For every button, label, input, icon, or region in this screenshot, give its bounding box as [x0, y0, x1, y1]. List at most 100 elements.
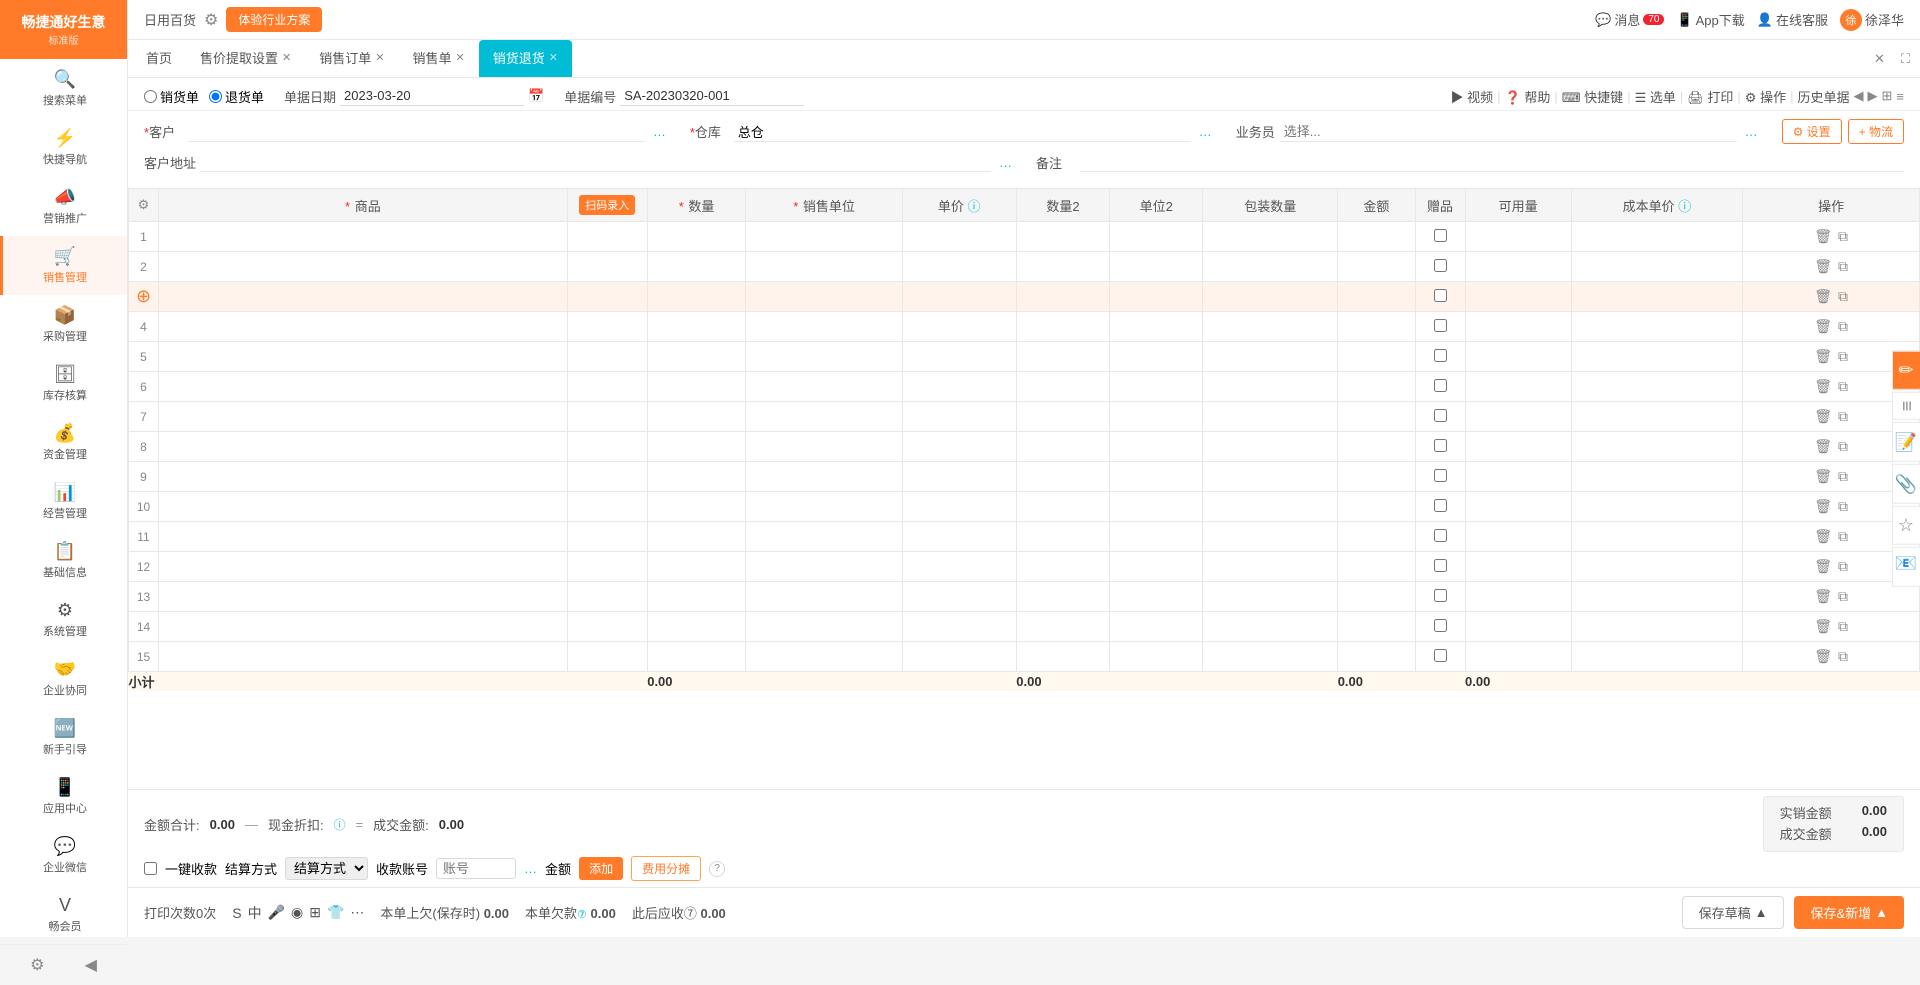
pkg-cell-13[interactable] — [1203, 582, 1338, 612]
copy-icon-8[interactable]: ⧉ — [1838, 438, 1848, 455]
unit2-cell-9[interactable] — [1110, 462, 1203, 492]
qty-cell-1[interactable] — [647, 222, 746, 252]
cost-cell-14[interactable] — [1571, 612, 1743, 642]
price-cell-12[interactable] — [902, 552, 1016, 582]
cost-cell-15[interactable] — [1571, 642, 1743, 672]
unit2-cell-13[interactable] — [1110, 582, 1203, 612]
tab-sales-order[interactable]: 销售订单 ✕ — [305, 40, 398, 77]
copy-icon-9[interactable]: ⧉ — [1838, 468, 1848, 485]
product-cell-12[interactable] — [159, 552, 568, 582]
unit2-cell-14[interactable] — [1110, 612, 1203, 642]
price-cell-1[interactable] — [902, 222, 1016, 252]
copy-icon-6[interactable]: ⧉ — [1838, 378, 1848, 395]
gift-checkbox-15[interactable] — [1434, 649, 1447, 662]
col-scan[interactable]: 扫码录入 — [567, 189, 647, 222]
cost-cell-12[interactable] — [1571, 552, 1743, 582]
qty2-cell-2[interactable] — [1016, 252, 1109, 282]
qty2-cell-6[interactable] — [1016, 372, 1109, 402]
sidebar-item-inventory[interactable]: 🗄 库存核算 — [0, 354, 127, 413]
pkg-cell-8[interactable] — [1203, 432, 1338, 462]
qty2-cell-7[interactable] — [1016, 402, 1109, 432]
copy-icon-12[interactable]: ⧉ — [1838, 558, 1848, 575]
cost-cell-11[interactable] — [1571, 522, 1743, 552]
account-input[interactable] — [436, 858, 516, 879]
product-input-1[interactable] — [163, 229, 563, 244]
unit2-cell-11[interactable] — [1110, 522, 1203, 552]
date-input[interactable] — [340, 86, 524, 106]
product-cell-1[interactable] — [159, 222, 568, 252]
col-gear[interactable]: ⚙ — [129, 189, 159, 222]
delete-icon-2[interactable]: 🗑 — [1814, 258, 1832, 275]
delete-icon-13[interactable]: 🗑 — [1814, 588, 1832, 605]
footer-icon-1[interactable]: S — [232, 905, 241, 921]
unit2-cell-8[interactable] — [1110, 432, 1203, 462]
amount-cell-3[interactable] — [1338, 282, 1415, 312]
doc-num-input[interactable] — [620, 86, 804, 106]
gift-cell-8[interactable] — [1415, 432, 1465, 462]
product-cell-3[interactable] — [159, 282, 568, 312]
delete-icon-8[interactable]: 🗑 — [1814, 438, 1832, 455]
product-cell-13[interactable] — [159, 582, 568, 612]
address-dots[interactable]: … — [999, 155, 1012, 170]
tab-sales[interactable]: 销售单 ✕ — [398, 40, 478, 77]
amount-cell-9[interactable] — [1338, 462, 1415, 492]
sidebar-item-system[interactable]: ⚙ 系统管理 — [0, 590, 127, 649]
footer-icon-3[interactable]: 🎤 — [268, 904, 285, 921]
cost-cell-10[interactable] — [1571, 492, 1743, 522]
gift-checkbox-10[interactable] — [1434, 499, 1447, 512]
qty-cell-8[interactable] — [647, 432, 746, 462]
unit-cell-6[interactable] — [746, 372, 902, 402]
avail-cell-11[interactable] — [1465, 522, 1571, 552]
pkg-cell-5[interactable] — [1203, 342, 1338, 372]
toolbar-video[interactable]: ▶ 视频 — [1451, 87, 1494, 106]
sidebar-item-operations[interactable]: 📊 经营管理 — [0, 472, 127, 531]
cost-cell-1[interactable] — [1571, 222, 1743, 252]
toolbar-operate[interactable]: ⚙ 操作 — [1745, 87, 1786, 106]
copy-icon-14[interactable]: ⧉ — [1838, 618, 1848, 635]
qty2-cell-11[interactable] — [1016, 522, 1109, 552]
warehouse-input[interactable] — [734, 122, 1191, 142]
sidebar-item-marketing[interactable]: 📣 营销推广 — [0, 177, 127, 236]
avail-cell-10[interactable] — [1465, 492, 1571, 522]
gift-cell-5[interactable] — [1415, 342, 1465, 372]
pkg-cell-4[interactable] — [1203, 312, 1338, 342]
price-info-icon[interactable]: ⓘ — [968, 199, 981, 214]
unit-cell-9[interactable] — [746, 462, 902, 492]
price-cell-13[interactable] — [902, 582, 1016, 612]
toolbar-select[interactable]: ☰ 选单 — [1635, 87, 1676, 106]
save-draft-button[interactable]: 保存草稿 ▲ — [1682, 896, 1785, 929]
toolbar-list-icon[interactable]: ≡ — [1896, 89, 1904, 104]
footer-icon-5[interactable]: ⊞ — [309, 904, 321, 921]
copy-icon-7[interactable]: ⧉ — [1838, 408, 1848, 425]
one-click-payment-checkbox[interactable] — [144, 862, 157, 875]
sidebar-settings-icon[interactable]: ⚙ — [30, 955, 44, 975]
avail-cell-13[interactable] — [1465, 582, 1571, 612]
qty2-cell-8[interactable] — [1016, 432, 1109, 462]
unit-cell-7[interactable] — [746, 402, 902, 432]
customer-input[interactable] — [188, 122, 645, 142]
radio-return[interactable]: 退货单 — [209, 87, 264, 106]
cost-cell-6[interactable] — [1571, 372, 1743, 402]
gift-cell-11[interactable] — [1415, 522, 1465, 552]
delete-icon-11[interactable]: 🗑 — [1814, 528, 1832, 545]
product-cell-11[interactable] — [159, 522, 568, 552]
sidebar-item-purchase[interactable]: 📦 采购管理 — [0, 295, 127, 354]
price-cell-15[interactable] — [902, 642, 1016, 672]
calendar-icon[interactable]: 📅 — [528, 88, 544, 104]
delete-icon-4[interactable]: 🗑 — [1814, 318, 1832, 335]
setup-button[interactable]: ⚙ 设置 — [1782, 119, 1842, 144]
price-cell-2[interactable] — [902, 252, 1016, 282]
gear-icon[interactable]: ⚙ — [138, 197, 150, 212]
pkg-cell-3[interactable] — [1203, 282, 1338, 312]
gift-checkbox-7[interactable] — [1434, 409, 1447, 422]
amount-cell-7[interactable] — [1338, 402, 1415, 432]
qty-cell-13[interactable] — [647, 582, 746, 612]
toolbar-shortcut[interactable]: ⌨ 快捷键 — [1562, 87, 1623, 106]
salesperson-input[interactable] — [1280, 122, 1737, 142]
unit-cell-15[interactable] — [746, 642, 902, 672]
unit-cell-4[interactable] — [746, 312, 902, 342]
unit2-cell-15[interactable] — [1110, 642, 1203, 672]
gift-cell-10[interactable] — [1415, 492, 1465, 522]
scan-btn[interactable]: 扫码录入 — [579, 195, 635, 215]
qty2-cell-4[interactable] — [1016, 312, 1109, 342]
